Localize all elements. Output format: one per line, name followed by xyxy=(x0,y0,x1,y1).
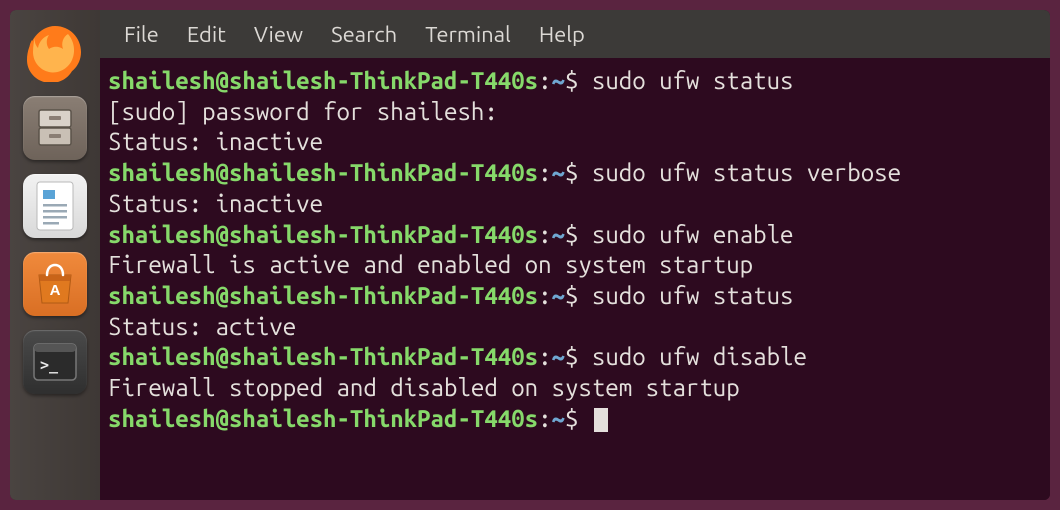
prompt-userhost: shailesh@shailesh-ThinkPad-T440s xyxy=(108,67,538,94)
prompt-userhost: shailesh@shailesh-ThinkPad-T440s xyxy=(108,282,538,309)
terminal-command-line: shailesh@shailesh-ThinkPad-T440s:~$ sudo… xyxy=(108,220,1042,251)
command-text: sudo ufw status verbose xyxy=(592,159,901,186)
command-text: sudo ufw status xyxy=(592,67,794,94)
output-text: Status: inactive xyxy=(108,128,323,155)
terminal-output-line: Firewall is active and enabled on system… xyxy=(108,250,1042,281)
terminal-output-line: Status: inactive xyxy=(108,127,1042,158)
svg-text:>_: >_ xyxy=(40,356,59,374)
terminal-command-line: shailesh@shailesh-ThinkPad-T440s:~$ sudo… xyxy=(108,158,1042,189)
terminal-output-line: [sudo] password for shailesh: xyxy=(108,97,1042,128)
prompt-sigil: $ xyxy=(565,343,592,370)
prompt-sigil: $ xyxy=(565,67,592,94)
prompt-path: ~ xyxy=(552,343,565,370)
launcher-terminal[interactable]: >_ xyxy=(23,330,87,394)
prompt-userhost: shailesh@shailesh-ThinkPad-T440s xyxy=(108,159,538,186)
prompt-userhost: shailesh@shailesh-ThinkPad-T440s xyxy=(108,343,538,370)
terminal-output[interactable]: shailesh@shailesh-ThinkPad-T440s:~$ sudo… xyxy=(100,58,1050,500)
terminal-command-line: shailesh@shailesh-ThinkPad-T440s:~$ sudo… xyxy=(108,66,1042,97)
svg-text:A: A xyxy=(50,282,61,299)
menu-edit[interactable]: Edit xyxy=(177,20,236,49)
launcher-files[interactable] xyxy=(23,96,87,160)
prompt-path: ~ xyxy=(552,159,565,186)
prompt-colon: : xyxy=(538,67,551,94)
terminal-command-line: shailesh@shailesh-ThinkPad-T440s:~$ sudo… xyxy=(108,281,1042,312)
prompt-path: ~ xyxy=(552,405,565,432)
prompt-sigil: $ xyxy=(565,221,592,248)
document-icon xyxy=(33,180,77,232)
output-text: [sudo] password for shailesh: xyxy=(108,98,511,125)
output-text: Status: active xyxy=(108,313,296,340)
menu-view[interactable]: View xyxy=(244,20,313,49)
launcher-bar: A >_ xyxy=(10,10,100,500)
prompt-colon: : xyxy=(538,343,551,370)
output-text: Firewall is active and enabled on system… xyxy=(108,251,753,278)
launcher-firefox[interactable] xyxy=(23,18,87,82)
output-text: Firewall stopped and disabled on system … xyxy=(108,374,740,401)
desktop: A >_ File Edit View Search Terminal Help… xyxy=(10,10,1050,500)
prompt-userhost: shailesh@shailesh-ThinkPad-T440s xyxy=(108,405,538,432)
terminal-window: File Edit View Search Terminal Help shai… xyxy=(100,10,1050,500)
prompt-sigil: $ xyxy=(565,405,592,432)
terminal-command-line: shailesh@shailesh-ThinkPad-T440s:~$ sudo… xyxy=(108,342,1042,373)
terminal-output-line: Status: inactive xyxy=(108,189,1042,220)
file-cabinet-icon xyxy=(33,106,77,150)
launcher-software[interactable]: A xyxy=(23,252,87,316)
prompt-sigil: $ xyxy=(565,282,592,309)
menu-terminal[interactable]: Terminal xyxy=(415,20,521,49)
prompt-colon: : xyxy=(538,159,551,186)
prompt-path: ~ xyxy=(552,282,565,309)
terminal-output-line: Status: active xyxy=(108,312,1042,343)
terminal-icon: >_ xyxy=(32,342,78,382)
menu-search[interactable]: Search xyxy=(321,20,407,49)
prompt-userhost: shailesh@shailesh-ThinkPad-T440s xyxy=(108,221,538,248)
shopping-bag-icon: A xyxy=(32,261,78,307)
terminal-output-line: Firewall stopped and disabled on system … xyxy=(108,373,1042,404)
prompt-path: ~ xyxy=(552,67,565,94)
menu-file[interactable]: File xyxy=(114,20,169,49)
output-text: Status: inactive xyxy=(108,190,323,217)
launcher-document[interactable] xyxy=(23,174,87,238)
prompt-path: ~ xyxy=(552,221,565,248)
menu-help[interactable]: Help xyxy=(529,20,595,49)
prompt-colon: : xyxy=(538,282,551,309)
cursor xyxy=(594,408,608,432)
terminal-command-line: shailesh@shailesh-ThinkPad-T440s:~$ xyxy=(108,404,1042,435)
prompt-colon: : xyxy=(538,405,551,432)
command-text: sudo ufw enable xyxy=(592,221,794,248)
prompt-sigil: $ xyxy=(565,159,592,186)
prompt-colon: : xyxy=(538,221,551,248)
command-text: sudo ufw disable xyxy=(592,343,807,370)
menubar: File Edit View Search Terminal Help xyxy=(100,10,1050,58)
command-text: sudo ufw status xyxy=(592,282,794,309)
firefox-icon xyxy=(23,18,87,82)
